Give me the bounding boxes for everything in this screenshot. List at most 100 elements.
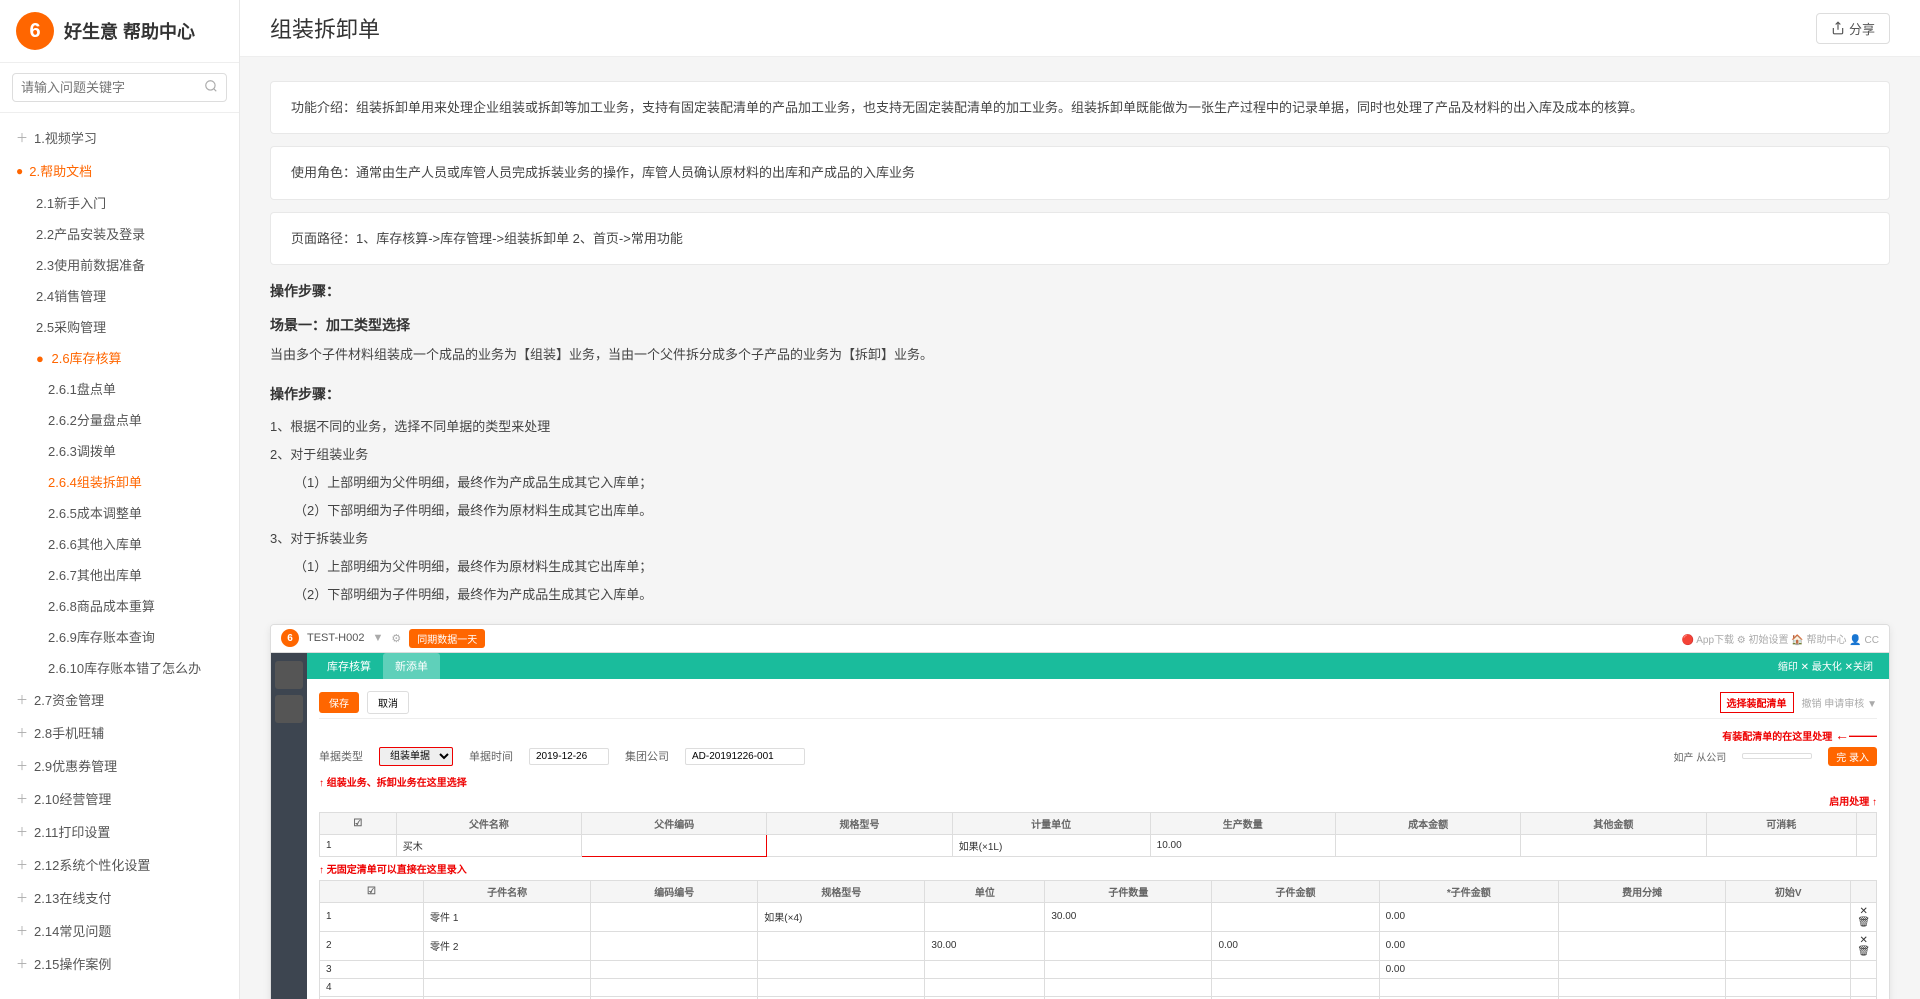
- path-block: 页面路径：1、库存核算->库存管理->组装拆卸单 2、首页->常用功能: [270, 212, 1890, 265]
- step2-2: （2）下部明细为子件明细，最终作为原材料生成其它出库单。: [270, 498, 1890, 524]
- plus-icon: ＋: [16, 129, 28, 146]
- form-confirm-btn[interactable]: 完 录入: [1828, 747, 1877, 766]
- app-table-header: ☑ 父件名称 父件编码 规格型号 计量单位 生产数量 成本金额 其他金额 可消耗: [319, 812, 1877, 857]
- app-form-fields: 单据类型 组装单据 拆卸单据 单据时间 集团公司 如产 从公司: [319, 747, 1877, 766]
- search-area: [0, 63, 239, 113]
- sidebar-item-264[interactable]: 2.6.4组装拆卸单: [0, 466, 239, 497]
- step2-1: （1）上部明细为父件明细，最终作为产成品生成其它入库单；: [270, 470, 1890, 496]
- app-save-btn[interactable]: 保存: [319, 692, 359, 713]
- sidebar-item-29[interactable]: ＋ 2.9优惠券管理: [0, 749, 239, 782]
- intro-block: 功能介绍：组装拆卸单用来处理企业组装或拆卸等加工业务，支持有固定装配清单的产品加…: [270, 81, 1890, 134]
- form-type-label: 单据类型: [319, 748, 363, 764]
- sidebar-item-video-learning[interactable]: ＋ 1.视频学习: [0, 121, 239, 154]
- step3: 3、对于拆装业务: [270, 526, 1890, 552]
- steps-block: 1、根据不同的业务，选择不同单据的类型来处理 2、对于组装业务 （1）上部明细为…: [270, 414, 1890, 608]
- top-bar: 组装拆卸单 分享: [240, 0, 1920, 57]
- sidebar-item-27[interactable]: ＋ 2.7资金管理: [0, 683, 239, 716]
- role-block: 使用角色：通常由生产人员或库管人员完成拆装业务的操作，库管人员确认原材料的出库和…: [270, 146, 1890, 199]
- step3-1: （1）上部明细为父件明细，最终作为原材料生成其它出库单；: [270, 554, 1890, 580]
- app-tab-new[interactable]: 新添单: [383, 653, 440, 679]
- sidebar-item-261[interactable]: 2.6.1盘点单: [0, 373, 239, 404]
- annotation4-text: ↑ 无固定清单可以直接在这里录入: [319, 861, 1877, 876]
- sidebar-item-214[interactable]: ＋ 2.14常见问题: [0, 914, 239, 947]
- sidebar-item-267[interactable]: 2.6.7其他出库单: [0, 559, 239, 590]
- sidebar-item-265[interactable]: 2.6.5成本调整单: [0, 497, 239, 528]
- share-button[interactable]: 分享: [1816, 13, 1890, 44]
- sidebar-item-215[interactable]: ＋ 2.15操作案例: [0, 947, 239, 980]
- table-row-sub-4: 4: [320, 978, 1877, 996]
- annotation1-text: 有装配清单的在这里处理 ←——: [319, 727, 1877, 743]
- logo-area: 6 好生意 帮助中心: [0, 0, 239, 63]
- sidebar-item-24[interactable]: 2.4销售管理: [0, 280, 239, 311]
- nav-tree: ＋ 1.视频学习 ● 2.帮助文档 2.1新手入门 2.2产品安装及登录 2.3…: [0, 113, 239, 999]
- app-orange-button[interactable]: 同期数据一天: [409, 629, 485, 648]
- form-group-label: 集团公司: [625, 748, 669, 764]
- sidebar-item-263[interactable]: 2.6.3调拨单: [0, 435, 239, 466]
- form-group-input[interactable]: [685, 748, 805, 765]
- table-row-sub-1: 1 零件 1 如果(×4) 30.00 0.00: [320, 902, 1877, 931]
- th-cost: 成本金额: [1335, 812, 1520, 834]
- sidebar-item-269[interactable]: 2.6.9库存账本查询: [0, 621, 239, 652]
- sidebar-item-28[interactable]: ＋ 2.8手机旺辅: [0, 716, 239, 749]
- app-nav-icon1[interactable]: [275, 661, 303, 689]
- form-company-input[interactable]: [1742, 753, 1812, 759]
- main-content: 组装拆卸单 分享 功能介绍：组装拆卸单用来处理企业组装或拆卸等加工业务，支持有固…: [240, 0, 1920, 999]
- annotation-assembly-btn: 选择装配清单: [1720, 692, 1794, 713]
- sidebar-item-23[interactable]: 2.3使用前数据准备: [0, 249, 239, 280]
- search-box[interactable]: [12, 73, 227, 102]
- step3-2: （2）下部明细为子件明细，最终作为产成品生成其它入库单。: [270, 582, 1890, 608]
- step2: 2、对于组装业务: [270, 442, 1890, 468]
- sidebar-item-help-docs[interactable]: ● 2.帮助文档: [0, 154, 239, 187]
- th-parent-name: 父件名称: [396, 812, 581, 834]
- app-nav-icon2[interactable]: [275, 695, 303, 723]
- table-row-sub-2: 2 零件 2 30.00 0.00 0.00: [320, 931, 1877, 960]
- content-area: 功能介绍：组装拆卸单用来处理企业组装或拆卸等加工业务，支持有固定装配清单的产品加…: [240, 57, 1920, 999]
- form-count-label: 如产 从公司: [1673, 749, 1726, 764]
- logo-icon: 6: [16, 12, 54, 50]
- sidebar-item-211[interactable]: ＋ 2.11打印设置: [0, 815, 239, 848]
- app-left-nav: [271, 653, 307, 999]
- sidebar-item-25[interactable]: 2.5采购管理: [0, 311, 239, 342]
- steps-title: 操作步骤：: [270, 281, 1890, 301]
- app-main-area: 库存核算 新添单 缩印 ✕ 最大化 ✕关闭 保存: [307, 653, 1889, 999]
- sidebar-item-2610[interactable]: 2.6.10库存账本错了怎么办: [0, 652, 239, 683]
- annotation2-text: ↑ 组装业务、拆卸业务在这里选择: [319, 774, 1877, 789]
- search-icon[interactable]: [204, 79, 218, 96]
- th-parent-code: 父件编码: [582, 812, 767, 834]
- th-spec: 规格型号: [767, 812, 952, 834]
- scenario1-title: 场景一：加工类型选择: [270, 315, 1890, 335]
- form-type-select[interactable]: 组装单据 拆卸单据: [379, 747, 453, 766]
- app-tab-stock[interactable]: 库存核算: [315, 653, 383, 679]
- sidebar-item-266[interactable]: 2.6.6其他入库单: [0, 528, 239, 559]
- th-checkbox: ☑: [320, 812, 397, 834]
- scenario1-desc: 当由多个子件材料组装成一个成品的业务为【组装】业务，当由一个父件拆分成多个子产品…: [270, 343, 1890, 368]
- sidebar-item-212[interactable]: ＋ 2.12系统个性化设置: [0, 848, 239, 881]
- page-title: 组装拆卸单: [270, 12, 380, 44]
- annotation3-text: 启用处理 ↑: [319, 793, 1877, 808]
- sidebar: 6 好生意 帮助中心 ＋ 1.视频学习 ● 2.帮助文档 2.1新手入门: [0, 0, 240, 999]
- scenario1-steps-title: 操作步骤：: [270, 384, 1890, 404]
- app-table-sub: ☑ 子件名称 编码编号 规格型号 单位 子件数量 子件金额 *子件金额 费用分摊: [319, 880, 1877, 999]
- th-qty: 生产数量: [1150, 812, 1335, 834]
- app-instance-id: TEST-H002: [307, 632, 364, 644]
- app-title: 好生意 帮助中心: [64, 18, 195, 44]
- table-row: 1 买木 如果(×1L) 10.00: [320, 834, 1877, 856]
- step1: 1、根据不同的业务，选择不同单据的类型来处理: [270, 414, 1890, 440]
- app-tab-bar: 库存核算 新添单 缩印 ✕ 最大化 ✕关闭: [307, 653, 1889, 679]
- app-action-row: 保存 取消 选择装配清单 撤销 申请审核 ▼: [319, 687, 1877, 719]
- sidebar-item-213[interactable]: ＋ 2.13在线支付: [0, 881, 239, 914]
- th-action: [1857, 812, 1877, 834]
- app-topbar: 6 TEST-H002 ▼ ⚙ 同期数据一天 🔴 App下载 ⚙ 初始设置 🏠 …: [271, 625, 1889, 653]
- form-date-input[interactable]: [529, 748, 609, 765]
- form-date-label: 单据时间: [469, 748, 513, 764]
- search-input[interactable]: [21, 80, 204, 95]
- app-cancel-btn[interactable]: 取消: [367, 691, 409, 714]
- table-row-sub-3: 3 0.00: [320, 960, 1877, 978]
- sidebar-item-21[interactable]: 2.1新手入门: [0, 187, 239, 218]
- sidebar-item-268[interactable]: 2.6.8商品成本重算: [0, 590, 239, 621]
- sidebar-item-22[interactable]: 2.2产品安装及登录: [0, 218, 239, 249]
- sidebar-item-210[interactable]: ＋ 2.10经营管理: [0, 782, 239, 815]
- sidebar-item-262[interactable]: 2.6.2分量盘点单: [0, 404, 239, 435]
- sidebar-item-26[interactable]: ● 2.6库存核算: [0, 342, 239, 373]
- app-screenshot-wrapper: 6 TEST-H002 ▼ ⚙ 同期数据一天 🔴 App下载 ⚙ 初始设置 🏠 …: [270, 624, 1890, 999]
